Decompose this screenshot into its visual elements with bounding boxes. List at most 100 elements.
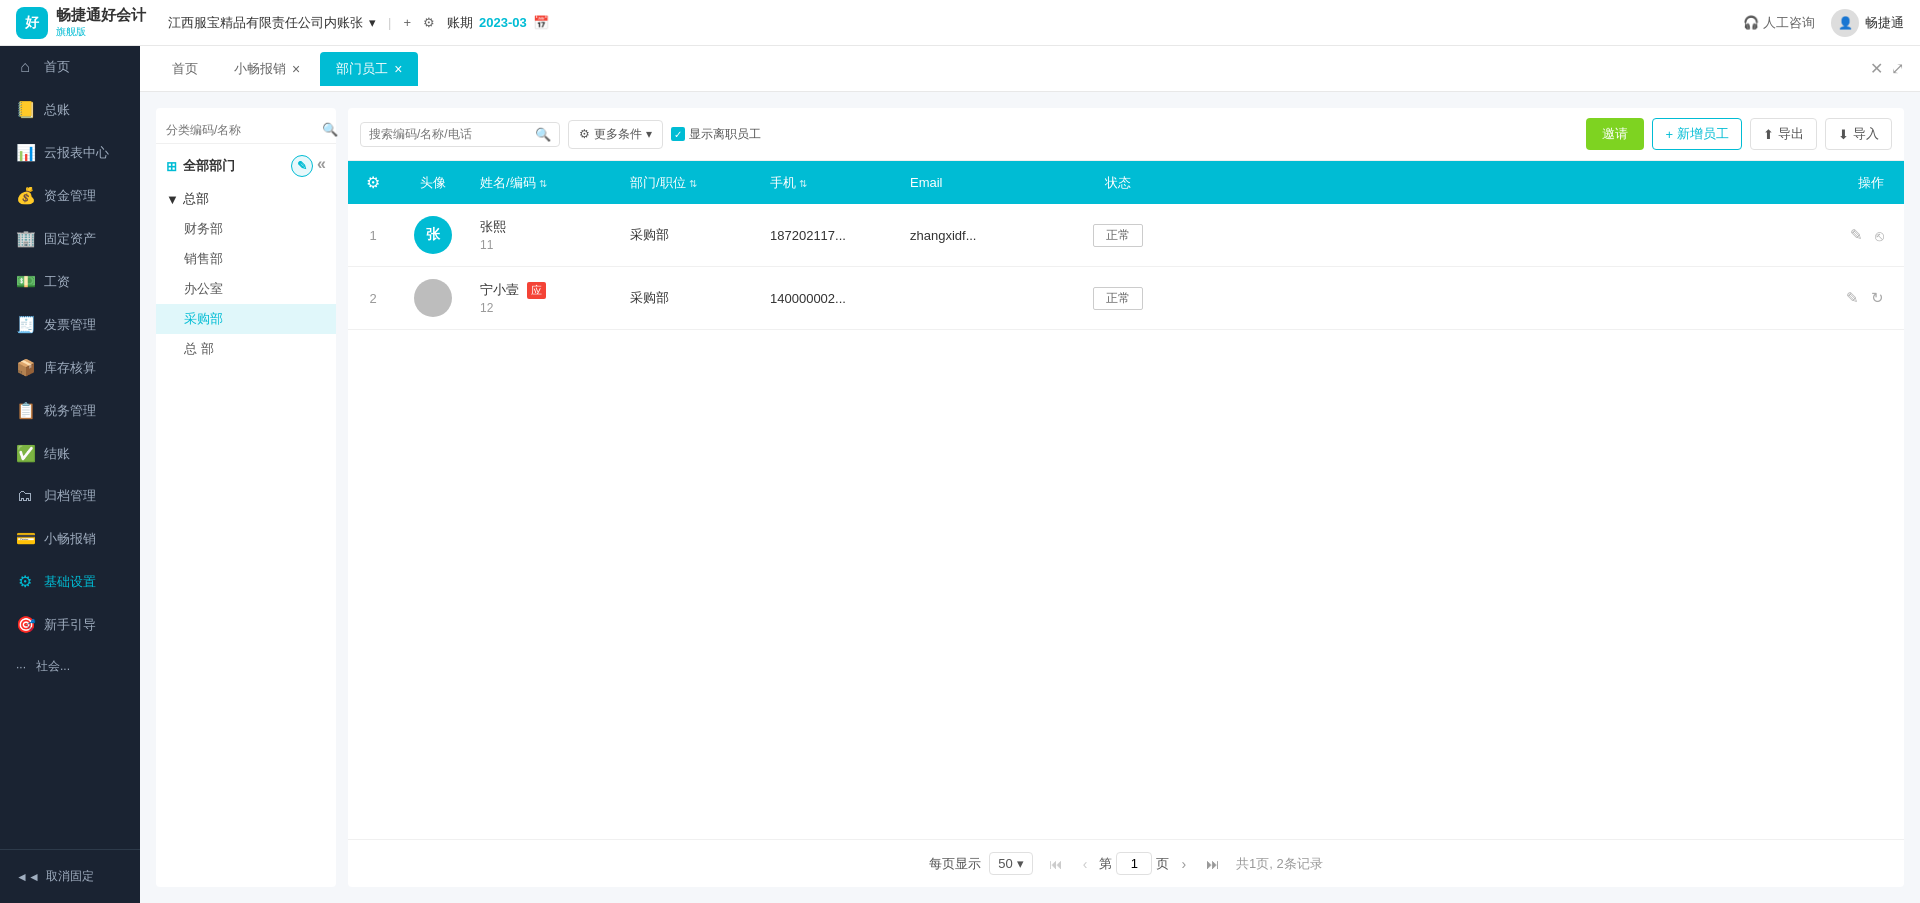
sidebar-item-label: 发票管理	[44, 316, 96, 334]
page-number-input[interactable]	[1116, 852, 1152, 875]
import-button[interactable]: ⬇ 导入	[1825, 118, 1892, 150]
tab-expense-close[interactable]: ×	[292, 62, 300, 76]
prev-page-button[interactable]: ‹	[1075, 853, 1096, 875]
tab-home[interactable]: 首页	[156, 52, 214, 86]
sidebar-item-funds[interactable]: 💰 资金管理	[0, 174, 140, 217]
show-inactive-checkbox[interactable]	[671, 127, 685, 141]
invite-button[interactable]: 邀请	[1586, 118, 1644, 150]
sidebar-item-ledger[interactable]: 📒 总账	[0, 88, 140, 131]
sidebar-item-label: 总账	[44, 101, 70, 119]
pin-icon: ◄◄	[16, 870, 40, 884]
expand-tab-button[interactable]: ⤢	[1891, 59, 1904, 78]
sidebar-item-reports[interactable]: 📊 云报表中心	[0, 131, 140, 174]
close-tab-button[interactable]: ✕	[1870, 59, 1883, 78]
dept-child-sales[interactable]: 销售部	[156, 244, 336, 274]
col-avatar-header: 头像	[398, 161, 468, 204]
employee-tbody: 1 张 张熙 11 采购部 187202117... zha	[348, 204, 1904, 330]
expense-icon: 💳	[16, 529, 34, 548]
archive-icon: 🗂	[16, 487, 34, 505]
page-nav: ⏮ ‹ 第 页 › ⏭	[1041, 852, 1228, 875]
sidebar-item-salary[interactable]: 💵 工资	[0, 260, 140, 303]
app-name: 畅捷通好会计	[56, 6, 146, 25]
next-page-button[interactable]: ›	[1173, 853, 1194, 875]
dept-child-purchasing[interactable]: 采购部	[156, 304, 336, 334]
sidebar-item-more[interactable]: ··· 社会...	[0, 646, 140, 687]
dept-child-office[interactable]: 办公室	[156, 274, 336, 304]
sidebar-item-settings[interactable]: ⚙ 基础设置	[0, 560, 140, 603]
sidebar-item-expense[interactable]: 💳 小畅报销	[0, 517, 140, 560]
employee-search-input[interactable]	[369, 127, 529, 141]
grid-icon: ⊞	[166, 159, 177, 174]
page-size-value: 50	[998, 856, 1012, 871]
col-action-header: 操作	[1178, 161, 1904, 204]
table-row: 2 宁小壹 应 12	[348, 267, 1904, 330]
row-dept: 采购部	[618, 204, 758, 267]
cancel-fixed-button[interactable]: ◄◄ 取消固定	[0, 858, 140, 895]
sidebar-item-label: 小畅报销	[44, 530, 96, 548]
guide-icon: 🎯	[16, 615, 34, 634]
show-inactive-toggle[interactable]: 显示离职员工	[671, 126, 761, 143]
table-settings-icon[interactable]: ⚙	[366, 174, 380, 191]
row-name: 宁小壹 应 12	[468, 267, 618, 330]
dept-panel: 🔍 ⊞ 全部部门 ✎ « ▼ 总部	[156, 108, 336, 887]
add-tab-button[interactable]: +	[403, 15, 411, 30]
settings-button[interactable]: ⚙	[423, 15, 435, 30]
edit-button[interactable]: ✎	[1850, 226, 1863, 244]
dept-child-general[interactable]: 总 部	[156, 334, 336, 364]
sidebar-item-assets[interactable]: 🏢 固定资产	[0, 217, 140, 260]
first-page-button[interactable]: ⏮	[1041, 853, 1071, 875]
user-name: 畅捷通	[1865, 14, 1904, 32]
status-badge: 正常	[1093, 224, 1143, 247]
user-area[interactable]: 👤 畅捷通	[1831, 9, 1904, 37]
pagination-bar: 每页显示 50 ▾ ⏮ ‹ 第 页 › ⏭ 共1页, 2条记录	[348, 839, 1904, 887]
sidebar-item-inventory[interactable]: 📦 库存核算	[0, 346, 140, 389]
logout-button[interactable]: ⎋	[1875, 227, 1884, 244]
dept-tree: ⊞ 全部部门 ✎ « ▼ 总部 财务部	[156, 148, 336, 879]
sidebar-item-archive[interactable]: 🗂 归档管理	[0, 475, 140, 517]
sidebar-item-close-accounts[interactable]: ✅ 结账	[0, 432, 140, 475]
salary-icon: 💵	[16, 272, 34, 291]
last-page-button[interactable]: ⏭	[1198, 853, 1228, 875]
settings-icon: ⚙	[16, 572, 34, 591]
home-icon: ⌂	[16, 58, 34, 76]
sidebar-item-guide[interactable]: 🎯 新手引导	[0, 603, 140, 646]
dept-all-button[interactable]: ⊞ 全部部门 ✎ «	[156, 148, 336, 184]
delete-button[interactable]: ↻	[1871, 289, 1884, 307]
filter-button[interactable]: ⚙ 更多条件 ▾	[568, 120, 663, 149]
sidebar: ⌂ 首页 📒 总账 📊 云报表中心 💰 资金管理 🏢 固定资产 💵 工资 🧾 发…	[0, 46, 140, 903]
edit-button[interactable]: ✎	[1846, 289, 1859, 307]
dept-group-header[interactable]: ▼ 总部	[156, 184, 336, 214]
company-selector[interactable]: 江西服宝精品有限责任公司内账张 ▾	[168, 14, 376, 32]
sidebar-item-label: 首页	[44, 58, 70, 76]
export-button[interactable]: ⬆ 导出	[1750, 118, 1817, 150]
collapse-dept-button[interactable]: «	[317, 155, 326, 177]
tab-employee[interactable]: 部门员工 ×	[320, 52, 418, 86]
user-avatar: 👤	[1831, 9, 1859, 37]
tab-employee-close[interactable]: ×	[394, 62, 402, 76]
search-icon[interactable]: 🔍	[535, 127, 551, 142]
avatar-circle	[414, 279, 452, 317]
employee-panel: 🔍 ⚙ 更多条件 ▾ 显示离职员工 邀请 +	[348, 108, 1904, 887]
sidebar-item-label: 资金管理	[44, 187, 96, 205]
page-size-select[interactable]: 50 ▾	[989, 852, 1032, 875]
page-total: 共1页, 2条记录	[1236, 855, 1323, 873]
table-head: ⚙ 头像 姓名/编码⇅ 部门/职位⇅ 手机⇅	[348, 161, 1904, 204]
sidebar-item-invoice[interactable]: 🧾 发票管理	[0, 303, 140, 346]
tab-expense[interactable]: 小畅报销 ×	[218, 52, 316, 86]
dept-search-icon[interactable]: 🔍	[322, 122, 338, 137]
add-employee-button[interactable]: + 新增员工	[1652, 118, 1742, 150]
dept-group-headquarters: ▼ 总部 财务部 销售部 办公室 采购部	[156, 184, 336, 364]
sidebar-item-tax[interactable]: 📋 税务管理	[0, 389, 140, 432]
import-icon: ⬇	[1838, 127, 1849, 142]
calendar-icon[interactable]: 📅	[533, 15, 549, 30]
sidebar-item-label: 社会...	[36, 658, 70, 675]
dept-child-finance[interactable]: 财务部	[156, 214, 336, 244]
add-dept-button[interactable]: ✎	[291, 155, 313, 177]
dept-search-input[interactable]	[166, 123, 316, 137]
sidebar-item-home[interactable]: ⌂ 首页	[0, 46, 140, 88]
header-sep: |	[388, 15, 391, 30]
sidebar-item-label: 归档管理	[44, 487, 96, 505]
headset-icon: 🎧	[1743, 15, 1759, 30]
dept-all-actions: ✎ «	[291, 155, 326, 177]
service-button[interactable]: 🎧 人工咨询	[1743, 14, 1815, 32]
